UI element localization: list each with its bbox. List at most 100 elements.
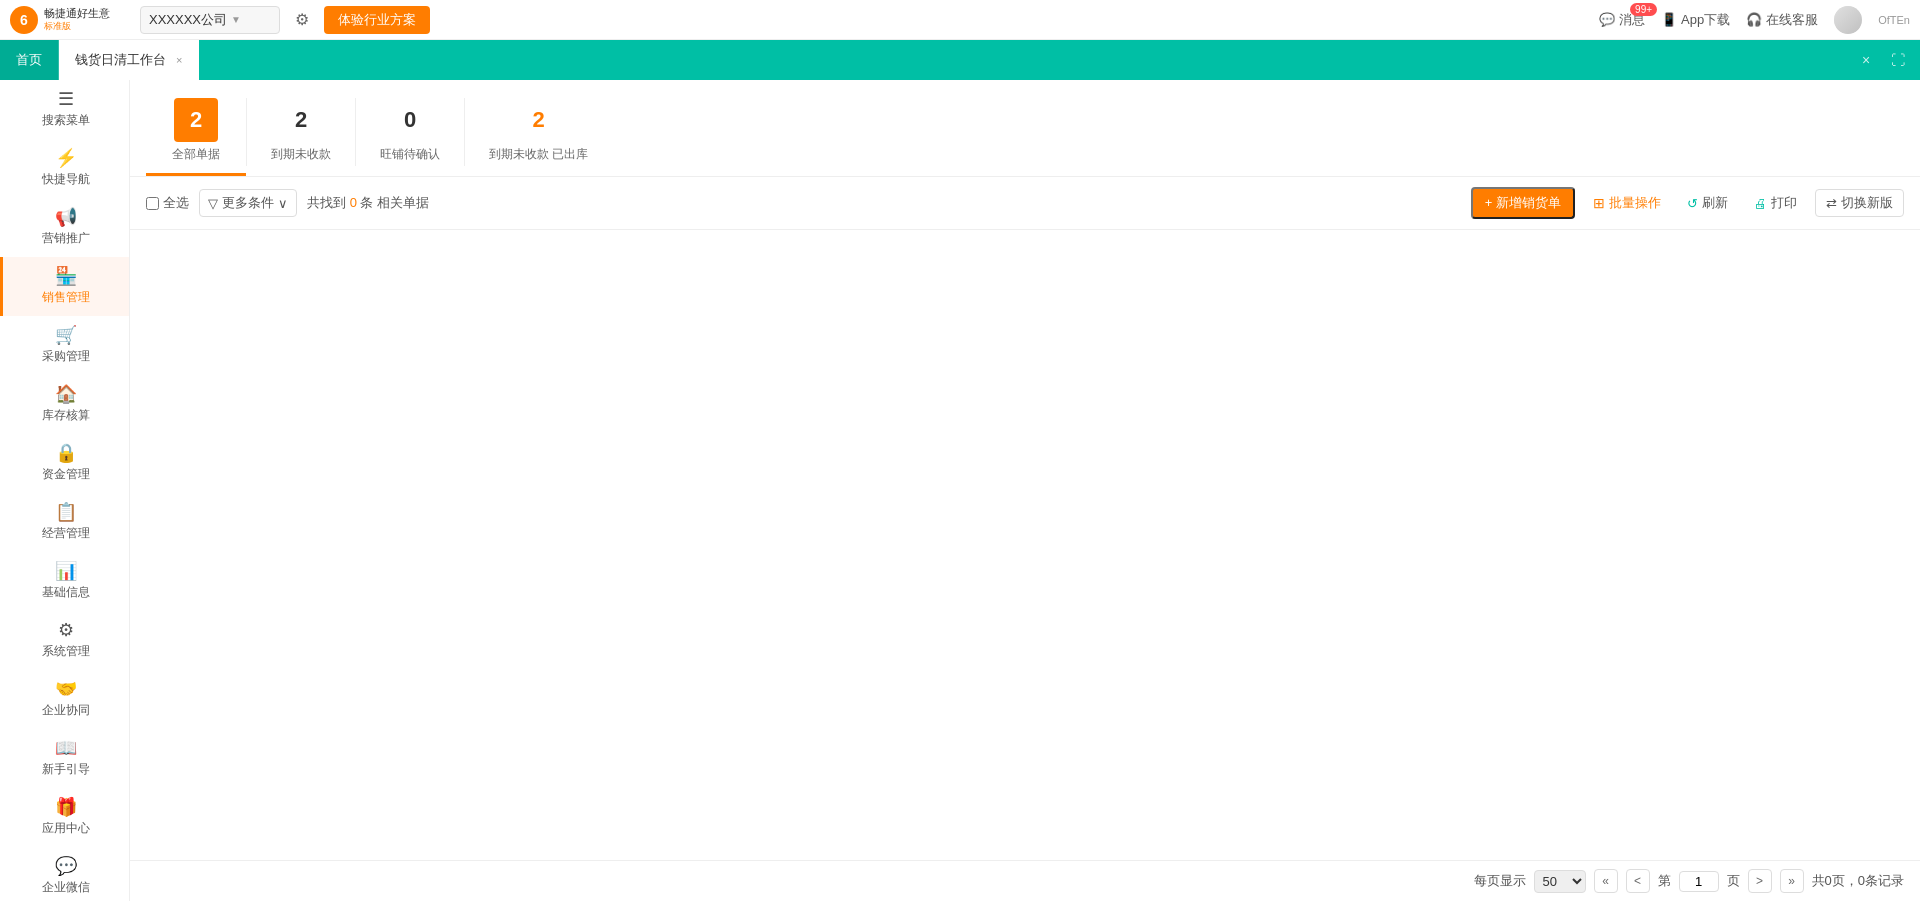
stat-num-overdue-out: 2 — [517, 98, 561, 142]
first-page-button[interactable]: « — [1594, 869, 1618, 893]
switch-icon: ⇄ — [1826, 196, 1837, 211]
app-download-button[interactable]: 📱 App下载 — [1661, 11, 1730, 29]
sidebar-label-enterprise: 企业协同 — [42, 702, 90, 719]
sidebar-item-search-menu[interactable]: ☰搜索菜单 — [0, 80, 129, 139]
window-expand-button[interactable]: ⛶ — [1884, 46, 1912, 74]
batch-button[interactable]: ⊞ 批量操作 — [1585, 190, 1669, 216]
message-icon: 💬 — [1599, 12, 1615, 27]
sidebar-item-system[interactable]: ⚙ 系统管理 — [0, 611, 129, 670]
app-logo: 6 — [10, 6, 38, 34]
print-icon: 🖨 — [1754, 196, 1767, 211]
sidebar-item-enterprise[interactable]: 🤝 企业协同 — [0, 670, 129, 729]
next-page-button[interactable]: > — [1748, 869, 1772, 893]
page-number-input[interactable] — [1679, 871, 1719, 892]
avatar-image — [1834, 6, 1862, 34]
sidebar-item-operations[interactable]: 📋经营管理 — [0, 493, 129, 552]
sales-icon: 🏪 — [55, 267, 77, 285]
sidebar: ☰搜索菜单 ⚡ 快捷导航 📢 营销推广 🏪 销售管理 🛒 采购管理 🏠库存核算 🔒 资金管理 📋经营管理… — [0, 80, 130, 901]
last-page-button[interactable]: » — [1780, 869, 1804, 893]
add-button[interactable]: + 新增销货单 — [1471, 187, 1575, 219]
user-avatar[interactable] — [1834, 6, 1862, 34]
active-tab[interactable]: 钱货日清工作台 × — [59, 40, 199, 80]
active-tab-label: 钱货日清工作台 — [75, 51, 166, 69]
home-tab[interactable]: 首页 — [0, 40, 59, 80]
user-name[interactable]: OfTEn — [1878, 14, 1910, 26]
switch-button[interactable]: ⇄ 切换新版 — [1815, 189, 1904, 217]
sidebar-label-operations: 经营管理 — [42, 525, 90, 542]
guide-icon: 📖 — [55, 739, 77, 757]
online-service-button[interactable]: 🎧 在线客服 — [1746, 11, 1818, 29]
sidebar-item-app-center[interactable]: 🎁 应用中心 — [0, 788, 129, 847]
sidebar-item-basic-info[interactable]: 📊基础信息 — [0, 552, 129, 611]
batch-icon: ⊞ — [1593, 195, 1605, 211]
refresh-button[interactable]: ↺ 刷新 — [1679, 190, 1736, 216]
tab-close-icon[interactable]: × — [176, 54, 182, 66]
enterprise-icon: 🤝 — [55, 680, 77, 698]
total-info: 共0页，0条记录 — [1812, 872, 1904, 890]
system-icon: ⚙ — [58, 621, 74, 639]
sidebar-item-guide[interactable]: 📖新手引导 — [0, 729, 129, 788]
sidebar-item-purchase[interactable]: 🛒 采购管理 — [0, 316, 129, 375]
sidebar-item-finance[interactable]: 🔒 资金管理 — [0, 434, 129, 493]
sidebar-label-system: 系统管理 — [42, 643, 90, 660]
page-size-select[interactable]: 10 20 50 100 — [1534, 870, 1586, 893]
toolbar: 全选 ▽ 更多条件 ∨ 共找到 0 条 相关单据 + 新增销货单 ⊞ 批量操作 — [130, 177, 1920, 230]
stat-num-all: 2 — [174, 98, 218, 142]
main-content: 2 全部单据 2 到期未收款 0 旺铺待确认 2 到期未收款 已出库 — [130, 80, 1920, 901]
select-all-checkbox[interactable] — [146, 197, 159, 210]
quick-nav-icon: ⚡ — [55, 149, 77, 167]
sidebar-item-wechat[interactable]: 💬企业微信 — [0, 847, 129, 901]
toolbar-right: + 新增销货单 ⊞ 批量操作 ↺ 刷新 🖨 打印 ⇄ 切换新版 — [1471, 187, 1904, 219]
window-close-button[interactable]: × — [1852, 46, 1880, 74]
refresh-icon: ↺ — [1687, 196, 1698, 211]
filter-icon: ▽ — [208, 196, 218, 211]
sidebar-label-marketing: 营销推广 — [42, 230, 90, 247]
settings-button[interactable]: ⚙ — [288, 6, 316, 34]
found-text: 共找到 0 条 相关单据 — [307, 194, 429, 212]
stats-tabs: 2 全部单据 2 到期未收款 0 旺铺待确认 2 到期未收款 已出库 — [130, 80, 1920, 177]
sidebar-label-finance: 资金管理 — [42, 466, 90, 483]
stat-num-pending: 0 — [388, 98, 432, 142]
nav-tabs: 首页 钱货日清工作台 × × ⛶ — [0, 40, 1920, 80]
marketing-icon: 📢 — [55, 208, 77, 226]
stat-tab-overdue-out[interactable]: 2 到期未收款 已出库 — [465, 90, 612, 176]
messages-badge: 99+ — [1630, 3, 1657, 16]
app-title: 畅捷通好生意 — [44, 6, 110, 20]
sidebar-item-quick-nav[interactable]: ⚡ 快捷导航 — [0, 139, 129, 198]
trial-button[interactable]: 体验行业方案 — [324, 6, 430, 34]
stat-label-overdue: 到期未收款 — [271, 146, 331, 163]
app-badge: 标准版 — [44, 20, 110, 33]
prev-page-button[interactable]: < — [1626, 869, 1650, 893]
company-name: XXXXXX公司 — [149, 11, 227, 29]
company-dropdown-arrow: ▼ — [231, 14, 241, 25]
sidebar-label-sales: 销售管理 — [42, 289, 90, 306]
stat-tab-all[interactable]: 2 全部单据 — [146, 90, 246, 176]
table-footer: 每页显示 10 20 50 100 « < 第 页 > » 共0页，0条记录 — [130, 860, 1920, 901]
select-all-label[interactable]: 全选 — [146, 194, 189, 212]
sidebar-label-app-center: 应用中心 — [42, 820, 90, 837]
sidebar-item-inventory[interactable]: 🏠库存核算 — [0, 375, 129, 434]
basic-info-icon: 📊 — [55, 562, 77, 580]
sidebar-label-inventory: 库存核算 — [42, 407, 90, 424]
company-selector[interactable]: XXXXXX公司 ▼ — [140, 6, 280, 34]
stat-tab-overdue[interactable]: 2 到期未收款 — [247, 90, 355, 176]
filter-arrow: ∨ — [278, 196, 288, 211]
purchase-icon: 🛒 — [55, 326, 77, 344]
sidebar-item-marketing[interactable]: 📢 营销推广 — [0, 198, 129, 257]
stat-num-overdue: 2 — [279, 98, 323, 142]
page-suffix: 页 — [1727, 872, 1740, 890]
sidebar-label-quick-nav: 快捷导航 — [42, 171, 90, 188]
wechat-icon: 💬 — [55, 857, 77, 875]
top-right-area: 💬 消息 99+ 📱 App下载 🎧 在线客服 OfTEn — [1599, 6, 1910, 34]
app-center-icon: 🎁 — [55, 798, 77, 816]
found-count: 0 — [350, 195, 357, 210]
stat-label-pending: 旺铺待确认 — [380, 146, 440, 163]
sidebar-item-sales[interactable]: 🏪 销售管理 — [0, 257, 129, 316]
sidebar-label-purchase: 采购管理 — [42, 348, 90, 365]
messages-button[interactable]: 💬 消息 99+ — [1599, 11, 1645, 29]
filter-button[interactable]: ▽ 更多条件 ∨ — [199, 189, 297, 217]
print-button[interactable]: 🖨 打印 — [1746, 190, 1805, 216]
finance-icon: 🔒 — [55, 444, 77, 462]
tab-actions: × ⛶ — [1852, 46, 1920, 74]
stat-tab-pending[interactable]: 0 旺铺待确认 — [356, 90, 464, 176]
